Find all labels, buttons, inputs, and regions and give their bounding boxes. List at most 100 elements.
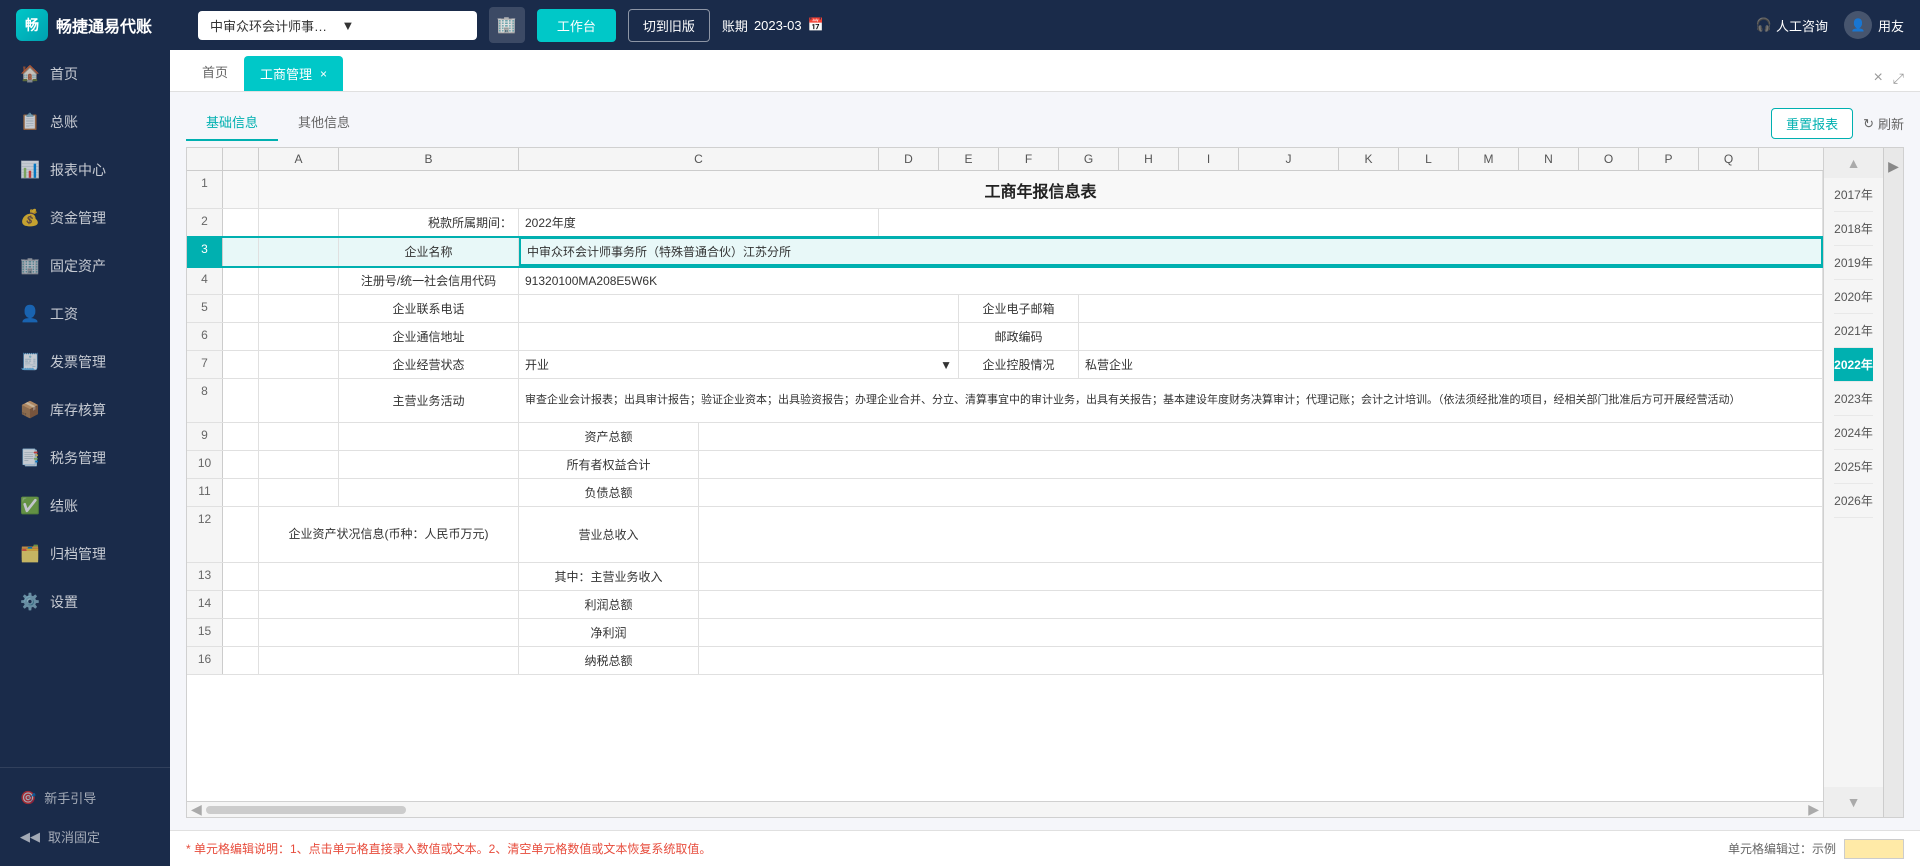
cell-2-A (259, 209, 339, 236)
sidebar-item-salary[interactable]: 👤 工资 (0, 290, 170, 338)
sidebar-item-ledger[interactable]: 📋 总账 (0, 98, 170, 146)
window-close-icon[interactable]: × (1873, 69, 1882, 87)
col-header-C: C (519, 148, 879, 170)
cell-14-D[interactable] (699, 591, 1823, 618)
service-button[interactable]: 🎧 人工咨询 (1756, 16, 1828, 35)
year-down-button[interactable]: ▼ (1824, 787, 1883, 817)
page-content: 基础信息 其他信息 重置报表 ↻ 刷新 (170, 92, 1920, 830)
cell-5-K[interactable] (1079, 295, 1823, 322)
cell-13-D[interactable] (699, 563, 1823, 590)
year-item-2019年[interactable]: 2019年 (1834, 246, 1873, 280)
sidebar-item-reports[interactable]: 📊 报表中心 (0, 146, 170, 194)
cell-10-C: 所有者权益合计 (519, 451, 699, 478)
cell-6-K[interactable] (1079, 323, 1823, 350)
cell-10-D[interactable] (699, 451, 1823, 478)
year-item-2026年[interactable]: 2026年 (1834, 484, 1873, 518)
period-label: 账期 (722, 16, 748, 35)
grid-body: 1 工商年报信息表 2 税款所属期间： 2022年度 (187, 171, 1823, 801)
cell-16-D[interactable] (699, 647, 1823, 674)
sidebar-item-archive[interactable]: 🗂️ 归档管理 (0, 530, 170, 578)
tab-home[interactable]: 首页 (186, 54, 244, 91)
header-right: 🎧 人工咨询 👤 用友 (1756, 11, 1904, 39)
cell-11-D[interactable] (699, 479, 1823, 506)
sidebar-label-assets: 固定资产 (50, 256, 106, 276)
scroll-right-icon[interactable]: ▶ (1808, 801, 1819, 817)
cell-13-0 (223, 563, 259, 590)
sidebar-item-settle[interactable]: ✅ 结账 (0, 482, 170, 530)
year-up-button[interactable]: ▲ (1824, 148, 1883, 178)
cell-4-A (259, 267, 339, 294)
sidebar-item-unpin[interactable]: ◀◀ 取消固定 (0, 817, 170, 856)
cell-8-C[interactable]: 审查企业会计报表；出具审计报告；验证企业资本；出具验资报告；办理企业合并、分立、… (519, 379, 1823, 422)
calendar-icon[interactable]: 📅 (808, 17, 824, 33)
col-header-F: F (999, 148, 1059, 170)
year-item-2020年[interactable]: 2020年 (1834, 280, 1873, 314)
workbench-button[interactable]: 工作台 (537, 9, 616, 42)
year-item-2022年[interactable]: 2022年 (1834, 348, 1873, 382)
year-item-2021年[interactable]: 2021年 (1834, 314, 1873, 348)
cell-13-C: 其中：主营业务收入 (519, 563, 699, 590)
tab-active[interactable]: 工商管理 × (244, 56, 343, 91)
h-scroll-thumb[interactable] (206, 806, 406, 814)
sidebar-item-inventory[interactable]: 📦 库存核算 (0, 386, 170, 434)
col-header-E: E (939, 148, 999, 170)
unpin-icon: ◀◀ (20, 829, 40, 845)
tab-close-icon[interactable]: × (320, 67, 327, 81)
cell-2-0 (223, 209, 259, 236)
year-item-2025年[interactable]: 2025年 (1834, 450, 1873, 484)
cell-7-C-dropdown[interactable]: 开业 ▼ (519, 351, 959, 378)
company-selector[interactable]: 中审众环会计师事务所（特殊普通合伙… ▼ (198, 11, 477, 40)
col-header-N: N (1519, 148, 1579, 170)
sidebar-label-settings: 设置 (50, 592, 78, 612)
cell-12-D[interactable] (699, 507, 1823, 562)
year-item-2018年[interactable]: 2018年 (1834, 212, 1873, 246)
col-header-M: M (1459, 148, 1519, 170)
scroll-left-icon[interactable]: ◀ (191, 801, 202, 817)
sidebar-item-settings[interactable]: ⚙️ 设置 (0, 578, 170, 626)
footer-right-text: 单元格编辑过：示例 (1728, 840, 1836, 857)
cell-15-AB (259, 619, 519, 646)
right-collapse-panel[interactable]: ▶ (1883, 148, 1903, 817)
headset-icon: 🎧 (1756, 17, 1772, 33)
row-num-9: 9 (187, 423, 223, 450)
sub-tab-other[interactable]: 其他信息 (278, 104, 370, 141)
cell-4-C[interactable]: 91320100MA208E5W6K (519, 267, 1823, 294)
user-area[interactable]: 👤 用友 (1844, 11, 1904, 39)
reset-report-button[interactable]: 重置报表 (1771, 108, 1853, 139)
sidebar-item-newbie[interactable]: 🎯 新手引导 (0, 778, 170, 817)
footer-right: 单元格编辑过：示例 (1728, 839, 1904, 859)
sidebar-item-home[interactable]: 🏠 首页 (0, 50, 170, 98)
sidebar-item-assets[interactable]: 🏢 固定资产 (0, 242, 170, 290)
row-num-10: 10 (187, 451, 223, 478)
row-num-5: 5 (187, 295, 223, 322)
cell-6-C[interactable] (519, 323, 959, 350)
cell-15-D[interactable] (699, 619, 1823, 646)
cell-9-D[interactable] (699, 423, 1823, 450)
sidebar-item-capital[interactable]: 💰 资金管理 (0, 194, 170, 242)
company-name: 中审众环会计师事务所（特殊普通合伙… (210, 16, 333, 35)
salary-icon: 👤 (20, 304, 40, 324)
active-tab-label: 工商管理 (260, 64, 312, 83)
archive-icon: 🗂️ (20, 544, 40, 564)
switch-version-button[interactable]: 切到旧版 (628, 9, 710, 42)
sub-tab-basic[interactable]: 基础信息 (186, 104, 278, 141)
company-icon-btn[interactable]: 🏢 (489, 7, 525, 43)
window-expand-icon[interactable]: ⤢ (1893, 70, 1904, 87)
collapse-right-icon: ▶ (1888, 158, 1899, 175)
cell-16-0 (223, 647, 259, 674)
year-item-2024年[interactable]: 2024年 (1834, 416, 1873, 450)
cell-3-C-selected[interactable]: 中审众环会计师事务所（特殊普通合伙）江苏分所 (519, 237, 1823, 266)
cell-5-C[interactable] (519, 295, 959, 322)
h-scrollbar[interactable]: ◀ ▶ (187, 801, 1823, 817)
settle-icon: ✅ (20, 496, 40, 516)
year-item-2023年[interactable]: 2023年 (1834, 382, 1873, 416)
cell-7-B: 企业经营状态 (339, 351, 519, 378)
year-item-2017年[interactable]: 2017年 (1834, 178, 1873, 212)
dropdown-arrow-icon: ▼ (940, 358, 952, 372)
table-row: 15 净利润 (187, 619, 1823, 647)
sidebar-item-invoice[interactable]: 🧾 发票管理 (0, 338, 170, 386)
col-header-G: G (1059, 148, 1119, 170)
refresh-button[interactable]: ↻ 刷新 (1863, 114, 1904, 133)
cell-6-J: 邮政编码 (959, 323, 1079, 350)
sidebar-item-tax[interactable]: 📑 税务管理 (0, 434, 170, 482)
